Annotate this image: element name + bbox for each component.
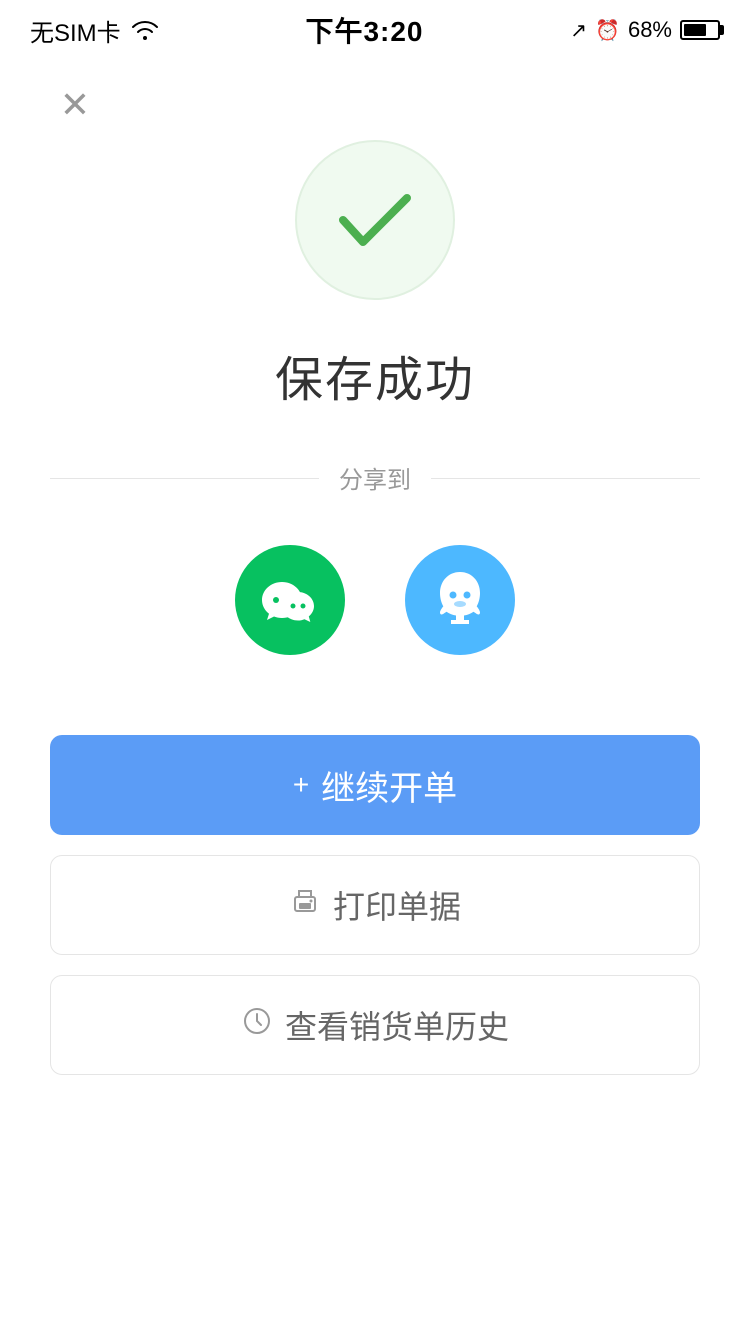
share-qq-button[interactable]	[405, 545, 515, 655]
history-button-label: 查看销货单历史	[285, 1002, 509, 1048]
close-button[interactable]: ✕	[50, 80, 100, 130]
close-icon: ✕	[60, 84, 90, 126]
print-button[interactable]: 打印单据	[50, 855, 700, 955]
share-label: 分享到	[319, 460, 431, 495]
alarm-icon: ⏰	[595, 18, 620, 43]
carrier-text: 无SIM卡	[30, 13, 121, 48]
success-circle	[295, 140, 455, 300]
plus-icon: +	[293, 769, 309, 801]
share-icons	[235, 545, 515, 655]
carrier-info: 无SIM卡	[30, 13, 159, 48]
share-divider: 分享到	[0, 460, 750, 495]
battery-icon	[680, 20, 720, 40]
wechat-icon	[260, 574, 320, 626]
status-bar: 无SIM卡 下午3:20 ↗ ⏰ 68%	[0, 0, 750, 60]
checkmark-icon	[335, 190, 415, 250]
history-icon	[241, 1005, 273, 1045]
continue-button-label: 继续开单	[321, 761, 457, 810]
qq-icon	[431, 568, 489, 632]
history-button[interactable]: 查看销货单历史	[50, 975, 700, 1075]
main-content: 保存成功 分享到	[0, 60, 750, 1075]
location-icon: ↗	[570, 18, 587, 43]
continue-order-button[interactable]: + 继续开单	[50, 735, 700, 835]
battery-fill	[684, 24, 706, 36]
status-right-group: ↗ ⏰ 68%	[570, 17, 720, 43]
battery-percent: 68%	[628, 17, 672, 43]
print-button-label: 打印单据	[333, 882, 461, 928]
success-title: 保存成功	[275, 340, 475, 410]
wifi-icon	[131, 20, 159, 40]
status-time: 下午3:20	[305, 10, 423, 50]
print-icon	[289, 885, 321, 925]
share-wechat-button[interactable]	[235, 545, 345, 655]
action-buttons: + 继续开单 打印单据 查看销货单历史	[50, 735, 700, 1075]
